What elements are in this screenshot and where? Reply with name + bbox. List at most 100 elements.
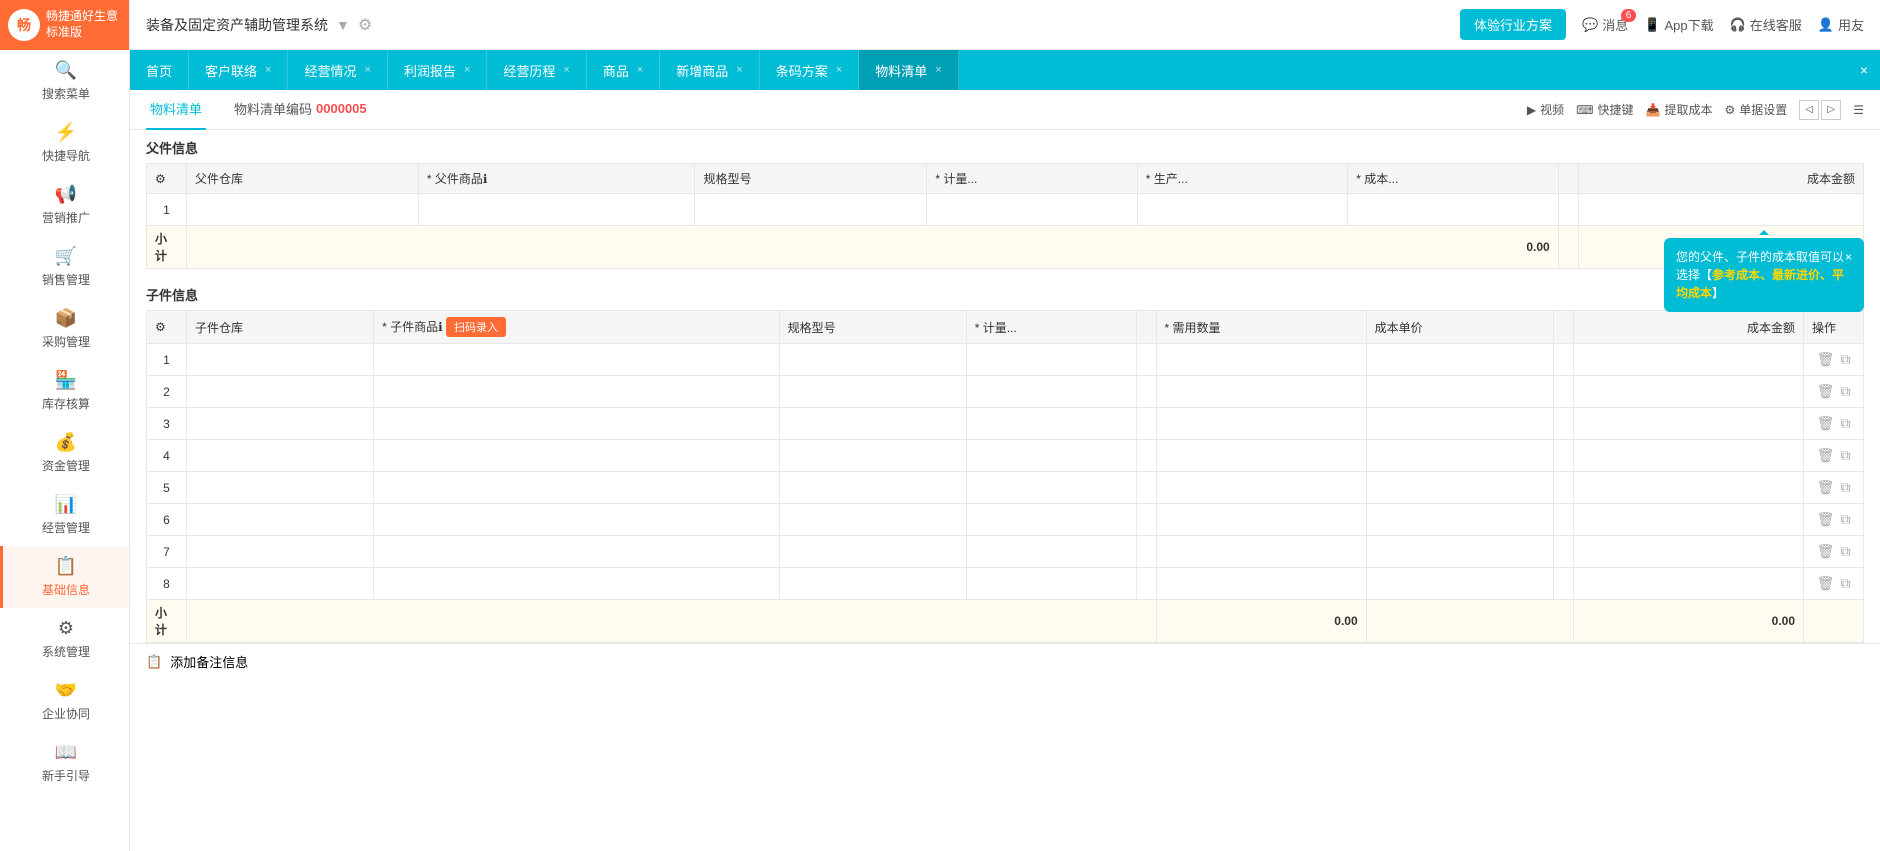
extract-cost-button[interactable]: 📥 提取成本 (1645, 101, 1712, 118)
tab-close-icon[interactable]: × (364, 64, 370, 76)
sidebar-item-system[interactable]: ⚙ 系统管理 (0, 608, 129, 670)
sidebar-item-guide[interactable]: 📖 新手引导 (0, 732, 129, 794)
tab-close-icon[interactable]: × (736, 64, 742, 76)
copy-icon[interactable]: ⧉ (1840, 575, 1850, 592)
sidebar-item-quick-nav[interactable]: ⚡ 快捷导航 (0, 112, 129, 174)
nav-prev-button[interactable]: ◁ (1799, 100, 1819, 120)
app-download-button[interactable]: 📱 App下载 (1644, 15, 1713, 34)
child-goods-cell[interactable] (374, 408, 780, 440)
child-qty-cell[interactable] (1156, 408, 1366, 440)
child-unit-cost-cell[interactable] (1366, 376, 1553, 408)
child-unit-cost-cell[interactable] (1366, 472, 1553, 504)
online-service-button[interactable]: 🎧 在线客服 (1730, 15, 1802, 34)
child-measure-cell[interactable] (966, 472, 1136, 504)
measure-cell[interactable] (927, 194, 1137, 226)
child-goods-cell[interactable] (374, 568, 780, 600)
child-spec-cell[interactable] (779, 408, 966, 440)
child-unit-cost-cell[interactable] (1366, 440, 1553, 472)
sidebar-item-enterprise[interactable]: 🤝 企业协同 (0, 670, 129, 732)
child-measure-cell[interactable] (966, 376, 1136, 408)
child-unit-cost-cell[interactable] (1366, 568, 1553, 600)
child-warehouse-cell[interactable] (187, 472, 374, 504)
dropdown-arrow-icon[interactable]: ▼ (336, 17, 350, 33)
copy-icon[interactable]: ⧉ (1840, 415, 1850, 432)
child-unit-cost-cell[interactable] (1366, 344, 1553, 376)
child-unit-cost-cell[interactable] (1366, 504, 1553, 536)
settings-icon[interactable]: ⚙ (358, 15, 372, 35)
child-warehouse-cell[interactable] (187, 536, 374, 568)
delete-icon[interactable]: 🗑 (1817, 543, 1835, 560)
copy-icon[interactable]: ⧉ (1840, 543, 1850, 560)
delete-icon[interactable]: 🗑 (1817, 415, 1835, 432)
child-spec-cell[interactable] (779, 568, 966, 600)
child-spec-cell[interactable] (779, 344, 966, 376)
tab-home[interactable]: 首页 (130, 50, 189, 90)
child-qty-cell[interactable] (1156, 344, 1366, 376)
child-qty-cell[interactable] (1156, 376, 1366, 408)
copy-icon[interactable]: ⧉ (1840, 511, 1850, 528)
copy-icon[interactable]: ⧉ (1840, 447, 1850, 464)
copy-icon[interactable]: ⧉ (1840, 479, 1850, 496)
tab-profit[interactable]: 利润报告 × (388, 50, 487, 90)
tooltip-close-button[interactable]: × (1845, 248, 1852, 266)
spec-cell[interactable] (695, 194, 927, 226)
tab-barcode[interactable]: 条码方案 × (760, 50, 859, 90)
production-cell[interactable] (1137, 194, 1347, 226)
delete-icon[interactable]: 🗑 (1817, 479, 1835, 496)
delete-icon[interactable]: 🗑 (1817, 447, 1835, 464)
copy-icon[interactable]: ⧉ (1840, 383, 1850, 400)
child-measure-cell[interactable] (966, 504, 1136, 536)
child-goods-cell[interactable] (374, 344, 780, 376)
sidebar-item-inventory[interactable]: 🏪 库存核算 (0, 360, 129, 422)
child-goods-cell[interactable] (374, 536, 780, 568)
child-spec-cell[interactable] (779, 536, 966, 568)
delete-icon[interactable]: 🗑 (1817, 575, 1835, 592)
child-unit-cost-cell[interactable] (1366, 536, 1553, 568)
user-button[interactable]: 👤 用友 (1818, 15, 1864, 34)
view-button[interactable]: ▶ 视频 (1527, 101, 1564, 118)
tab-operations[interactable]: 经营情况 × (288, 50, 387, 90)
tab-close-icon[interactable]: × (563, 64, 569, 76)
nav-next-button[interactable]: ▷ (1821, 100, 1841, 120)
child-qty-cell[interactable] (1156, 440, 1366, 472)
child-qty-cell[interactable] (1156, 472, 1366, 504)
child-measure-cell[interactable] (966, 568, 1136, 600)
child-measure-cell[interactable] (966, 536, 1136, 568)
sidebar-item-sales[interactable]: 🛒 销售管理 (0, 236, 129, 298)
tab-close-icon[interactable]: × (836, 64, 842, 76)
shortcut-button[interactable]: ⌨ 快捷键 (1576, 101, 1633, 118)
cost-cell[interactable] (1348, 194, 1558, 226)
sidebar-item-search[interactable]: 🔍 搜索菜单 (0, 50, 129, 112)
child-goods-cell[interactable] (374, 440, 780, 472)
tab-close-icon[interactable]: × (464, 64, 470, 76)
tab-add-goods[interactable]: 新增商品 × (660, 50, 759, 90)
sidebar-item-business[interactable]: 📊 经营管理 (0, 484, 129, 546)
tab-bom[interactable]: 物料清单 × (859, 50, 958, 90)
child-unit-cost-cell[interactable] (1366, 408, 1553, 440)
tab-close-icon[interactable]: × (935, 64, 941, 76)
child-qty-cell[interactable] (1156, 504, 1366, 536)
child-goods-cell[interactable] (374, 504, 780, 536)
parent-warehouse-cell[interactable] (187, 194, 419, 226)
sidebar-item-marketing[interactable]: 📢 营销推广 (0, 174, 129, 236)
scan-button[interactable]: 扫码录入 (446, 317, 506, 337)
child-warehouse-cell[interactable] (187, 408, 374, 440)
list-view-button[interactable]: ☰ (1853, 103, 1864, 117)
child-spec-cell[interactable] (779, 440, 966, 472)
delete-icon[interactable]: 🗑 (1817, 511, 1835, 528)
message-button[interactable]: 💬 消息 6 (1582, 15, 1628, 34)
child-qty-cell[interactable] (1156, 568, 1366, 600)
child-warehouse-cell[interactable] (187, 504, 374, 536)
sidebar-item-purchase[interactable]: 📦 采购管理 (0, 298, 129, 360)
child-warehouse-cell[interactable] (187, 440, 374, 472)
child-measure-cell[interactable] (966, 440, 1136, 472)
single-settings-button[interactable]: ⚙ 单据设置 (1724, 101, 1787, 118)
th-settings[interactable]: ⚙ (147, 311, 187, 344)
copy-icon[interactable]: ⧉ (1840, 351, 1850, 368)
delete-icon[interactable]: 🗑 (1817, 383, 1835, 400)
tab-customer[interactable]: 客户联络 × (189, 50, 288, 90)
tab-close-icon[interactable]: × (637, 64, 643, 76)
child-spec-cell[interactable] (779, 504, 966, 536)
child-goods-cell[interactable] (374, 472, 780, 504)
child-warehouse-cell[interactable] (187, 344, 374, 376)
